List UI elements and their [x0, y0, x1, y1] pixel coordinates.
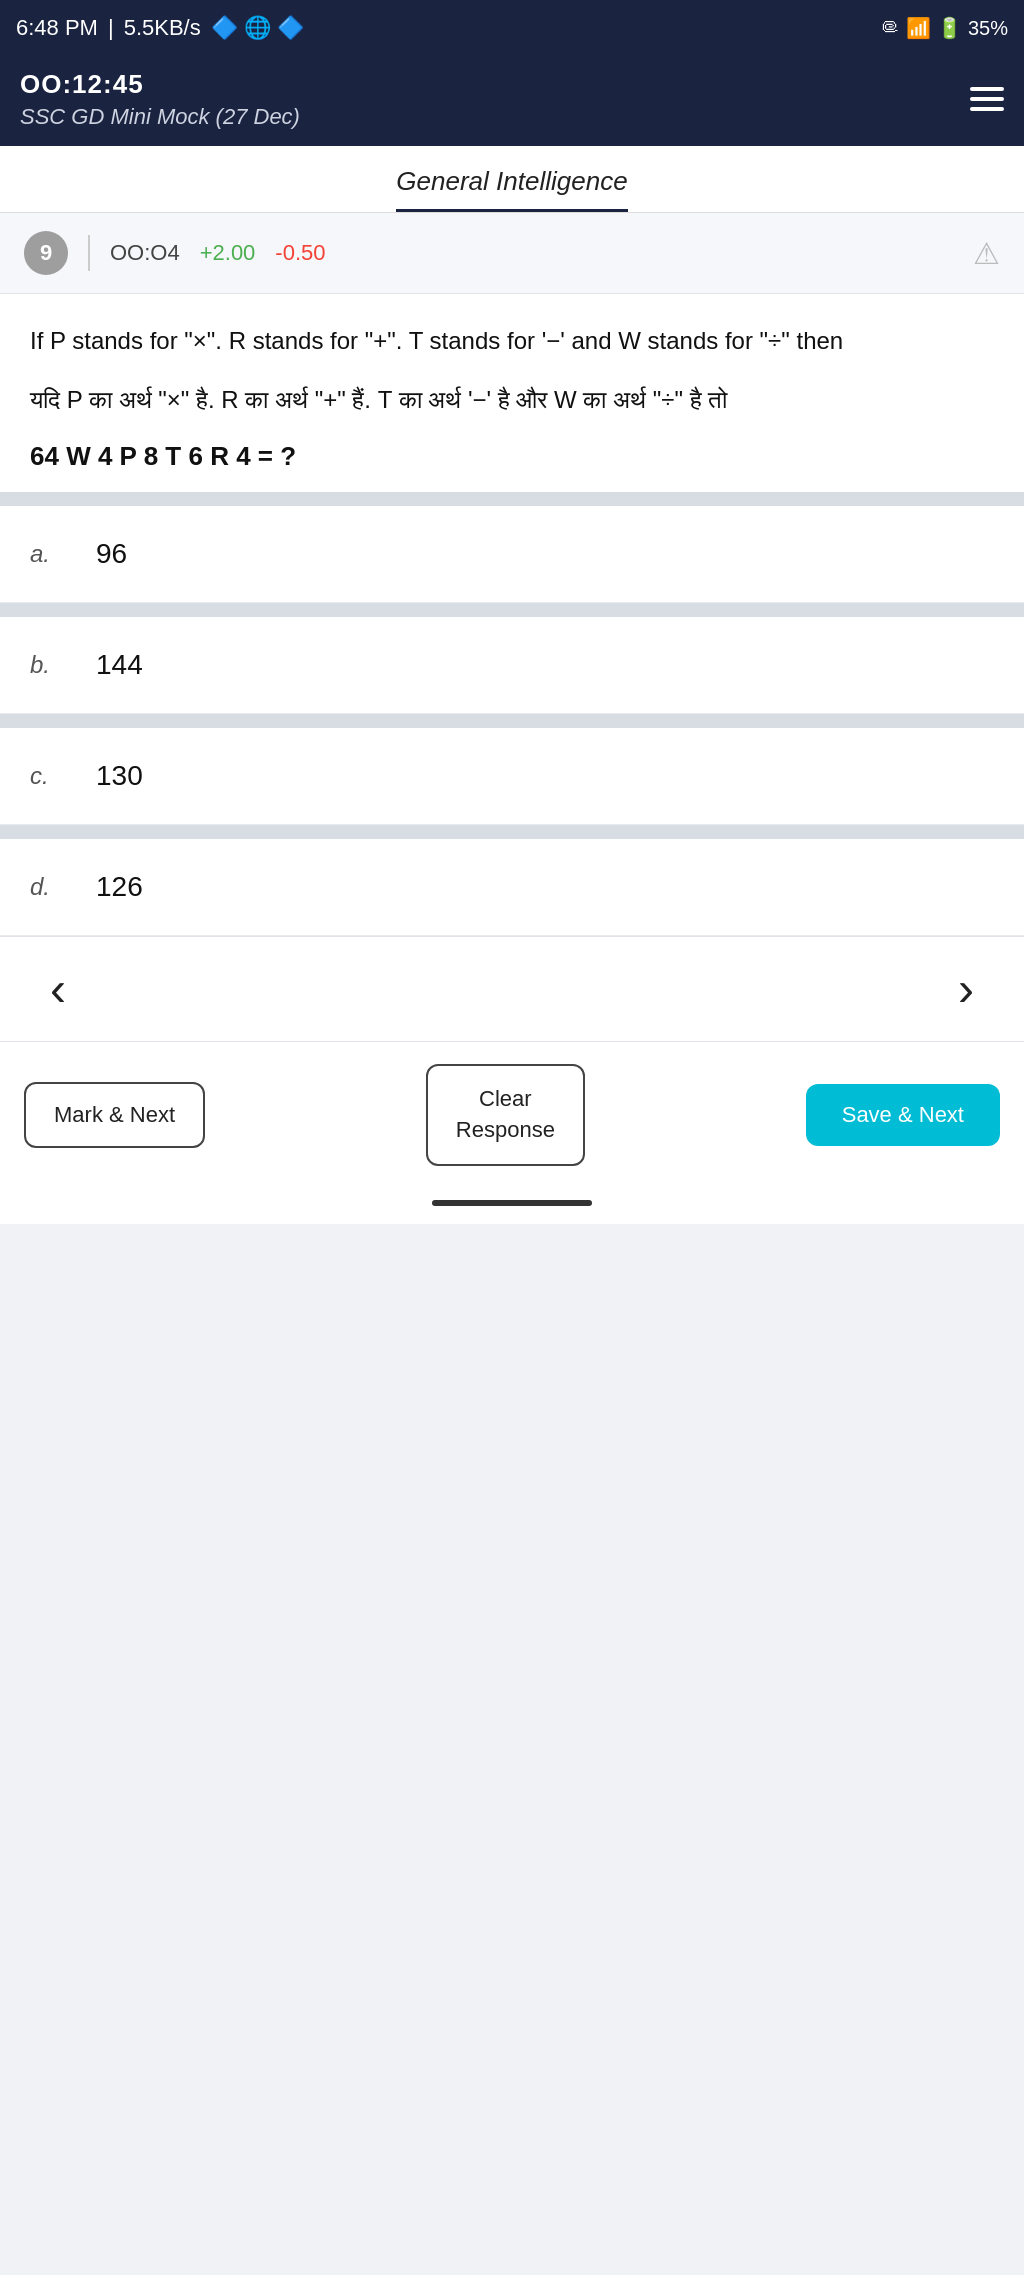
status-bar: 6:48 PM | 5.5KB/s 🔷 🌐 🔷 ᪤ 📶 🔋 35% [0, 0, 1024, 56]
save-next-button[interactable]: Save & Next [806, 1084, 1000, 1146]
option-separator-2 [0, 714, 1024, 728]
status-speed: 5.5KB/s [124, 15, 201, 41]
home-bar [432, 1200, 592, 1206]
battery-icon: 🔋 [937, 16, 962, 40]
question-text-hindi: यदि P का अर्थ "×" है. R का अर्थ "+" हैं.… [30, 380, 994, 421]
header: OO:12:45 SSC GD Mini Mock (27 Dec) [0, 56, 1024, 146]
option-c-label: c. [30, 762, 66, 790]
home-indicator [0, 1188, 1024, 1224]
meta-marks-positive: +2.00 [200, 240, 256, 266]
question-expression: 64 W 4 P 8 T 6 R 4 = ? [30, 441, 994, 472]
network-icon: ᪤ [880, 17, 900, 40]
status-separator: | [108, 15, 114, 41]
next-button[interactable]: › [948, 965, 984, 1013]
hamburger-menu[interactable] [970, 87, 1004, 111]
warning-icon: ⚠ [973, 236, 1000, 271]
option-c-value: 130 [96, 760, 143, 792]
hamburger-line-2 [970, 97, 1004, 101]
option-d-value: 126 [96, 871, 143, 903]
section-tab[interactable]: General Intelligence [0, 146, 1024, 213]
navigation-row: ‹ › [0, 936, 1024, 1041]
status-time: 6:48 PM [16, 15, 98, 41]
option-b-row[interactable]: b. 144 [0, 617, 1024, 714]
clear-response-button[interactable]: ClearResponse [426, 1064, 585, 1166]
signal-icon: 📶 [906, 16, 931, 40]
action-row: Mark & Next ClearResponse Save & Next [0, 1041, 1024, 1188]
meta-marks-negative: -0.50 [275, 240, 325, 266]
header-timer: OO:12:45 [20, 69, 300, 100]
option-separator-3 [0, 825, 1024, 839]
option-d-label: d. [30, 873, 66, 901]
option-a-row[interactable]: a. 96 [0, 506, 1024, 603]
app-icons: 🔷 🌐 🔷 [211, 15, 304, 41]
hamburger-line-1 [970, 87, 1004, 91]
separator-top [0, 492, 1024, 506]
header-subtitle: SSC GD Mini Mock (27 Dec) [20, 104, 300, 130]
status-left: 6:48 PM | 5.5KB/s 🔷 🌐 🔷 [16, 15, 304, 41]
status-right: ᪤ 📶 🔋 35% [880, 16, 1008, 40]
question-body: If P stands for "×". R stands for "+". T… [0, 294, 1024, 492]
option-a-label: a. [30, 540, 66, 568]
option-a-value: 96 [96, 538, 127, 570]
question-text-english: If P stands for "×". R stands for "+". T… [30, 322, 994, 360]
prev-button[interactable]: ‹ [40, 965, 76, 1013]
option-separator-1 [0, 603, 1024, 617]
meta-timer: OO:O4 [110, 240, 180, 266]
options-container: a. 96 b. 144 c. 130 d. 126 [0, 506, 1024, 936]
battery-percent: 35% [968, 17, 1008, 40]
section-tab-label: General Intelligence [396, 166, 627, 212]
meta-divider [88, 235, 90, 271]
option-b-value: 144 [96, 649, 143, 681]
option-b-label: b. [30, 651, 66, 679]
option-c-row[interactable]: c. 130 [0, 728, 1024, 825]
option-d-row[interactable]: d. 126 [0, 839, 1024, 936]
header-title-block: OO:12:45 SSC GD Mini Mock (27 Dec) [20, 69, 300, 130]
hamburger-line-3 [970, 107, 1004, 111]
question-meta-row: 9 OO:O4 +2.00 -0.50 ⚠ [0, 213, 1024, 294]
question-number-badge: 9 [24, 231, 68, 275]
mark-next-button[interactable]: Mark & Next [24, 1082, 205, 1148]
